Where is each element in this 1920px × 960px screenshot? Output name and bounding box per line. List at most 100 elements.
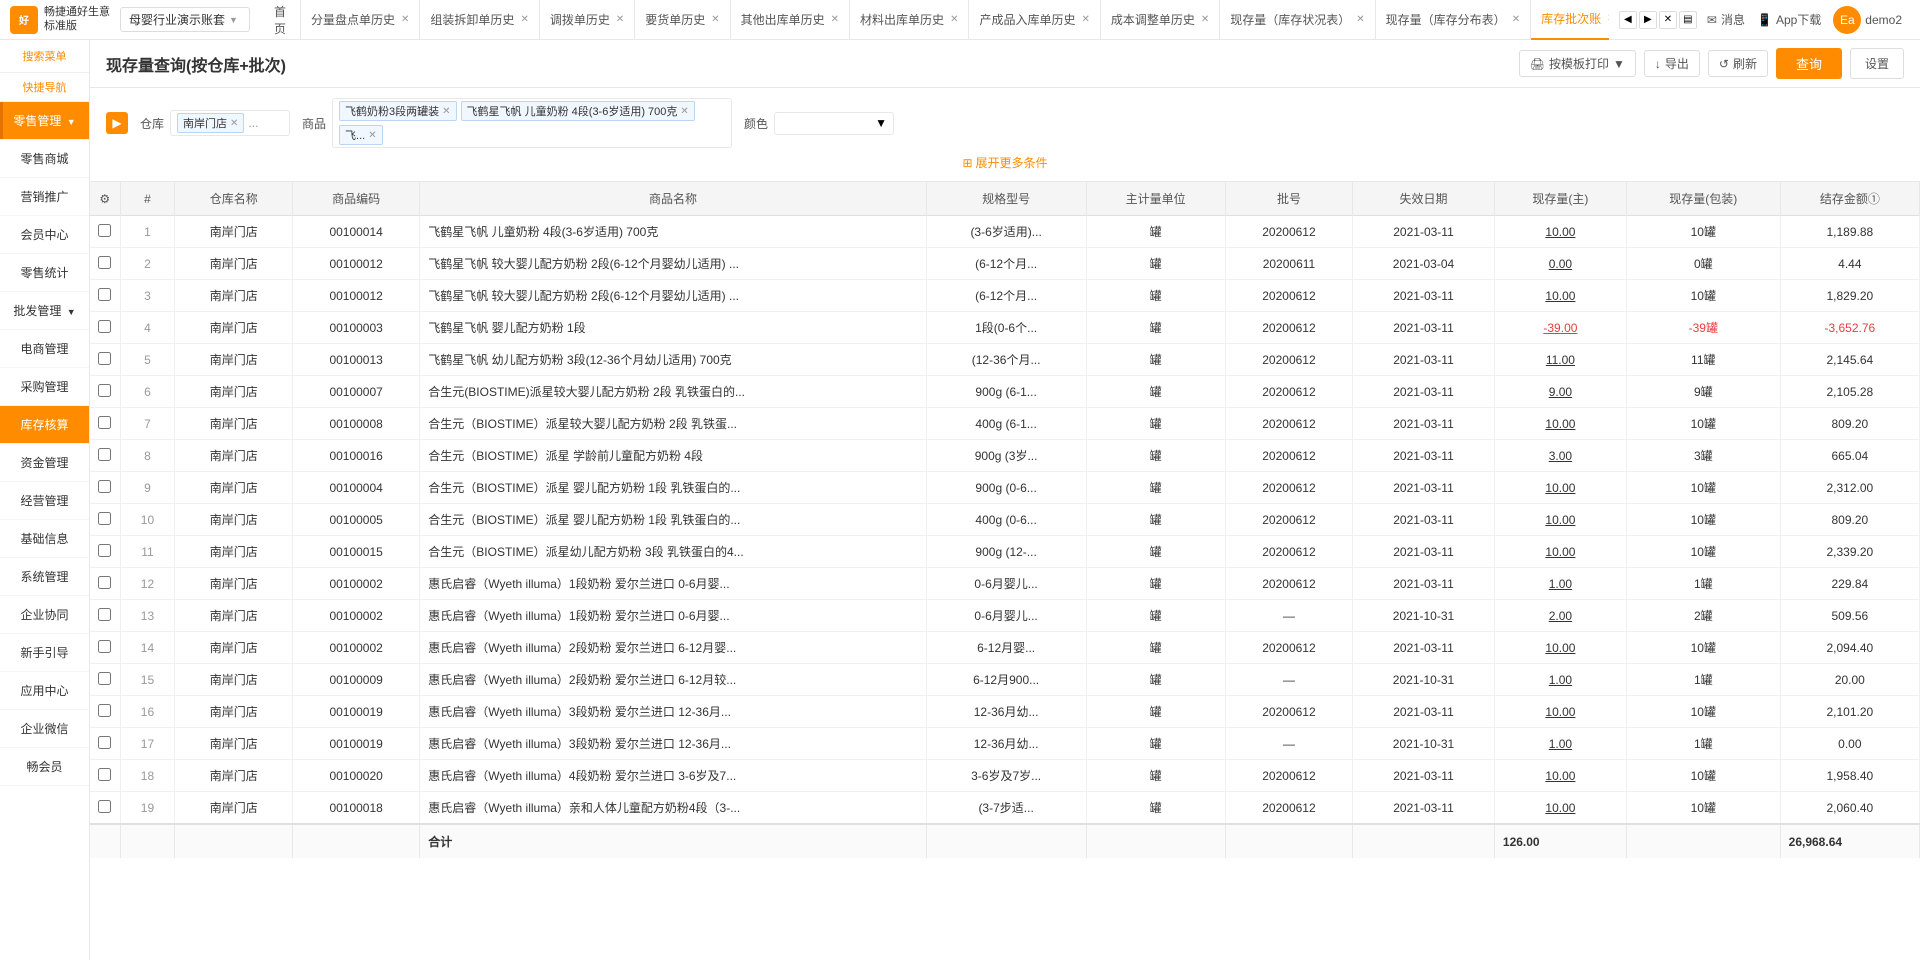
row-checkbox[interactable] — [90, 504, 120, 536]
expand-conditions-btn[interactable]: ⊞ 展开更多条件 — [106, 154, 1904, 171]
query-button[interactable]: 查询 — [1776, 48, 1842, 79]
close-icon[interactable]: ✕ — [831, 14, 839, 25]
row-checkbox[interactable] — [90, 248, 120, 280]
row-qty-main[interactable]: 1.00 — [1494, 568, 1626, 600]
sidebar-item-marketing[interactable]: 营销推广 — [0, 178, 89, 216]
tab-1[interactable]: 组装拆卸单历史 ✕ — [420, 0, 539, 40]
print-btn[interactable]: 🖨 按模板打印 ▼ — [1519, 50, 1636, 77]
color-select[interactable]: ▼ — [774, 112, 894, 135]
sidebar-item-members[interactable]: 会员中心 — [0, 216, 89, 254]
tab-close-btn[interactable]: ✕ — [1659, 11, 1677, 29]
row-qty-main[interactable]: 10.00 — [1494, 408, 1626, 440]
close-icon[interactable]: ✕ — [520, 14, 528, 25]
sidebar-item-finance[interactable]: 资金管理 — [0, 444, 89, 482]
row-qty-main[interactable]: 2.00 — [1494, 600, 1626, 632]
row-checkbox[interactable] — [90, 472, 120, 504]
tab-next-btn[interactable]: ▶ — [1639, 11, 1657, 29]
row-qty-main[interactable]: 10.00 — [1494, 536, 1626, 568]
sidebar-item-ops[interactable]: 经营管理 — [0, 482, 89, 520]
row-checkbox[interactable] — [90, 280, 120, 312]
tab-prev-btn[interactable]: ◀ — [1619, 11, 1637, 29]
tab-4[interactable]: 其他出库单历史 ✕ — [731, 0, 850, 40]
sidebar-item-retail-stats[interactable]: 零售统计 — [0, 254, 89, 292]
close-icon[interactable]: ✕ — [1607, 13, 1609, 24]
tab-6[interactable]: 产成品入库单历史 ✕ — [969, 0, 1100, 40]
close-icon[interactable]: ✕ — [401, 14, 409, 25]
row-checkbox[interactable] — [90, 792, 120, 825]
row-qty-main[interactable]: 10.00 — [1494, 280, 1626, 312]
tab-9[interactable]: 现存量（库存分布表） ✕ — [1376, 0, 1531, 40]
sidebar-item-retail-store[interactable]: 零售商城 — [0, 140, 89, 178]
tab-menu-btn[interactable]: ▤ — [1679, 11, 1697, 29]
remove-warehouse-tag[interactable]: ✕ — [230, 118, 238, 129]
sidebar-item-app-center[interactable]: 应用中心 — [0, 672, 89, 710]
row-checkbox[interactable] — [90, 376, 120, 408]
export-btn[interactable]: ↓ 导出 — [1644, 50, 1700, 77]
sidebar-item-system[interactable]: 系统管理 — [0, 558, 89, 596]
sidebar-item-inventory[interactable]: 库存核算 — [0, 406, 89, 444]
row-qty-main[interactable]: 10.00 — [1494, 504, 1626, 536]
remove-goods-tag-2[interactable]: ✕ — [368, 130, 376, 141]
tab-5[interactable]: 材料出库单历史 ✕ — [850, 0, 969, 40]
row-qty-main[interactable]: 3.00 — [1494, 440, 1626, 472]
row-checkbox[interactable] — [90, 632, 120, 664]
close-icon[interactable]: ✕ — [950, 14, 958, 25]
remove-goods-tag-0[interactable]: ✕ — [442, 106, 450, 117]
close-icon[interactable]: ✕ — [711, 14, 719, 25]
user-avatar[interactable]: Ea demo2 — [1833, 6, 1902, 34]
row-checkbox[interactable] — [90, 728, 120, 760]
tab-8[interactable]: 现存量（库存状况表） ✕ — [1220, 0, 1375, 40]
close-icon[interactable]: ✕ — [1356, 14, 1364, 25]
row-qty-main[interactable]: 9.00 — [1494, 376, 1626, 408]
home-tab[interactable]: 首页 — [260, 0, 301, 40]
tab-3[interactable]: 要货单历史 ✕ — [635, 0, 730, 40]
sidebar-item-collab[interactable]: 企业协同 — [0, 596, 89, 634]
settings-button[interactable]: 设置 — [1850, 48, 1904, 79]
row-qty-main[interactable]: 0.00 — [1494, 248, 1626, 280]
row-checkbox[interactable] — [90, 216, 120, 248]
messages-btn[interactable]: ✉ 消息 — [1707, 11, 1745, 28]
tab-0[interactable]: 分量盘点单历史 ✕ — [301, 0, 420, 40]
row-qty-main[interactable]: 10.00 — [1494, 792, 1626, 825]
row-qty-main[interactable]: 10.00 — [1494, 632, 1626, 664]
row-checkbox[interactable] — [90, 696, 120, 728]
advance-filter-btn[interactable]: ▶ — [106, 112, 128, 134]
row-qty-main[interactable]: 1.00 — [1494, 664, 1626, 696]
warehouse-dropdown[interactable]: 母婴行业演示账套 ▼ — [120, 7, 250, 32]
sidebar-item-wechat[interactable]: 企业微信 — [0, 710, 89, 748]
row-qty-main[interactable]: 10.00 — [1494, 760, 1626, 792]
sidebar-item-ecommerce[interactable]: 电商管理 — [0, 330, 89, 368]
tab-7[interactable]: 成本调整单历史 ✕ — [1101, 0, 1220, 40]
row-checkbox[interactable] — [90, 600, 120, 632]
row-qty-main[interactable]: -39.00 — [1494, 312, 1626, 344]
goods-filter-input[interactable]: 飞鹤奶粉3段两罐装 ✕ 飞鹤星飞帆 儿童奶粉 4段(3-6岁适用) 700克 ✕… — [332, 98, 732, 148]
row-qty-main[interactable]: 10.00 — [1494, 472, 1626, 504]
row-checkbox[interactable] — [90, 344, 120, 376]
close-icon[interactable]: ✕ — [1512, 14, 1520, 25]
row-checkbox[interactable] — [90, 408, 120, 440]
row-checkbox[interactable] — [90, 664, 120, 696]
sidebar-item-guide[interactable]: 新手引导 — [0, 634, 89, 672]
sidebar-item-purchase[interactable]: 采购管理 — [0, 368, 89, 406]
tab-2[interactable]: 调拨单历史 ✕ — [540, 0, 635, 40]
sidebar-item-basics[interactable]: 基础信息 — [0, 520, 89, 558]
table-settings-col[interactable]: ⚙ — [90, 182, 120, 216]
remove-goods-tag-1[interactable]: ✕ — [680, 106, 688, 117]
row-checkbox[interactable] — [90, 536, 120, 568]
settings-icon[interactable]: ⚙ — [99, 192, 110, 206]
app-download-btn[interactable]: 📱 App下载 — [1757, 11, 1821, 28]
close-icon[interactable]: ✕ — [616, 14, 624, 25]
sidebar-search[interactable]: 搜索菜单 — [0, 40, 89, 73]
refresh-btn[interactable]: ↺ 刷新 — [1708, 50, 1768, 77]
row-qty-main[interactable]: 10.00 — [1494, 216, 1626, 248]
row-checkbox[interactable] — [90, 568, 120, 600]
row-qty-main[interactable]: 11.00 — [1494, 344, 1626, 376]
sidebar-quick-nav[interactable]: 快捷导航 — [0, 73, 89, 102]
row-checkbox[interactable] — [90, 440, 120, 472]
warehouse-filter-input[interactable]: 南岸门店 ✕ ... — [170, 110, 290, 136]
row-qty-main[interactable]: 10.00 — [1494, 696, 1626, 728]
sidebar-item-retail-mgmt[interactable]: 零售管理 ▼ — [0, 102, 89, 140]
table-container[interactable]: ⚙ # 仓库名称 商品编码 商品名称 规格型号 主计量单位 批号 失效日期 现存… — [90, 182, 1920, 960]
row-checkbox[interactable] — [90, 312, 120, 344]
row-qty-main[interactable]: 1.00 — [1494, 728, 1626, 760]
